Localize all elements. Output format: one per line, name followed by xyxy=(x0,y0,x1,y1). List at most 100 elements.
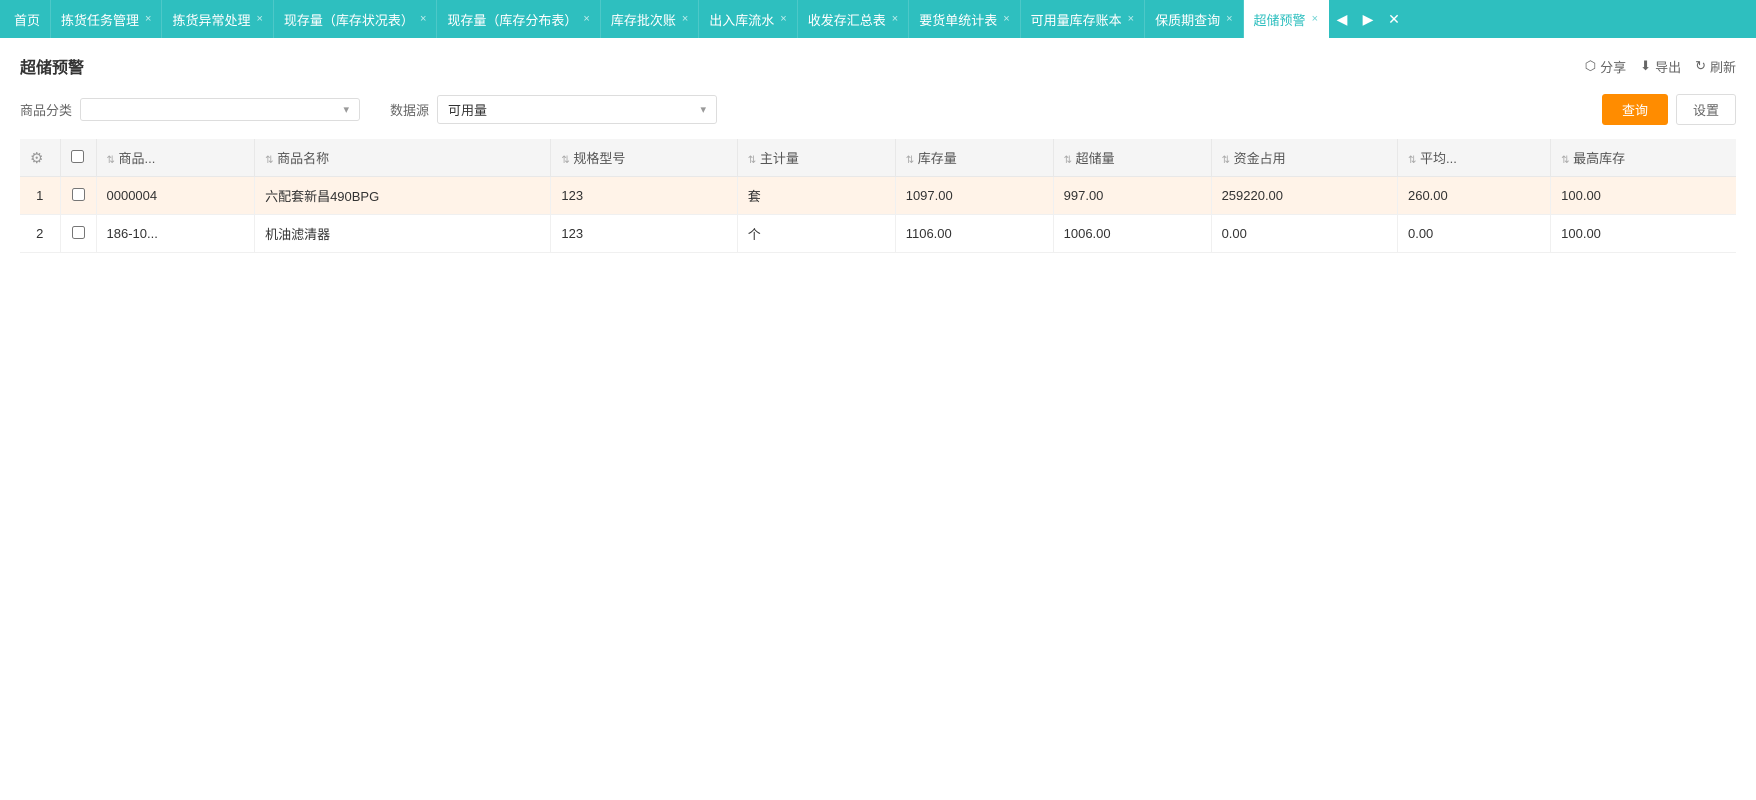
close-icon[interactable]: × xyxy=(1003,13,1009,25)
col-stock-header: ⇅ 库存量 xyxy=(895,139,1053,177)
close-icon[interactable]: × xyxy=(145,13,151,25)
nav-item-task[interactable]: 拣货任务管理 × xyxy=(51,0,162,38)
datasource-value: 可用量 xyxy=(448,100,487,119)
nav-item-exception[interactable]: 拣货异常处理 × xyxy=(162,0,273,38)
datasource-label: 数据源 xyxy=(390,100,429,119)
col-checkbox-header xyxy=(60,139,96,177)
export-icon: ⬇ xyxy=(1640,58,1651,74)
max-stock: 100.00 xyxy=(1551,177,1736,215)
col-spec-header: ⇅ 规格型号 xyxy=(551,139,737,177)
col-max-header: ⇅ 最高库存 xyxy=(1551,139,1736,177)
close-icon[interactable]: × xyxy=(1312,13,1318,25)
sort-icon[interactable]: ⇅ xyxy=(265,155,273,166)
share-icon: ⬡ xyxy=(1585,58,1596,74)
settings-button[interactable]: 设置 xyxy=(1676,94,1736,125)
nav-item-summary[interactable]: 收发存汇总表 × xyxy=(798,0,909,38)
stock-qty: 1097.00 xyxy=(895,177,1053,215)
overstock-qty: 1006.00 xyxy=(1053,215,1211,253)
goods-unit: 个 xyxy=(737,215,895,253)
close-icon[interactable]: × xyxy=(1226,13,1232,25)
nav-label-inout: 出入库流水 xyxy=(709,10,774,29)
sort-icon[interactable]: ⇅ xyxy=(107,155,115,166)
nav-label-order-stat: 要货单统计表 xyxy=(919,10,997,29)
capital-occupied: 0.00 xyxy=(1211,215,1397,253)
nav-item-batch[interactable]: 库存批次账 × xyxy=(601,0,699,38)
col-overstock-header: ⇅ 超储量 xyxy=(1053,139,1211,177)
query-button[interactable]: 查询 xyxy=(1602,94,1668,125)
close-icon[interactable]: × xyxy=(256,13,262,25)
nav-label-stock-dist: 现存量（库存分布表） xyxy=(447,10,577,29)
nav-item-expiry[interactable]: 保质期查询 × xyxy=(1145,0,1243,38)
goods-name: 六配套新昌490BPG xyxy=(255,177,551,215)
sort-icon[interactable]: ⇅ xyxy=(1561,155,1569,166)
row-checkbox[interactable] xyxy=(72,226,85,239)
close-icon[interactable]: × xyxy=(892,13,898,25)
top-nav: 首页 拣货任务管理 × 拣货异常处理 × 现存量（库存状况表） × 现存量（库存… xyxy=(0,0,1756,38)
page-header: 超储预警 ⬡ 分享 ⬇ 导出 ↻ 刷新 xyxy=(20,54,1736,78)
category-filter: 商品分类 ▾ xyxy=(20,98,360,121)
close-icon[interactable]: × xyxy=(1128,13,1134,25)
sort-icon[interactable]: ⇅ xyxy=(1064,155,1072,166)
nav-label-expiry: 保质期查询 xyxy=(1155,10,1220,29)
avg-value: 260.00 xyxy=(1397,177,1550,215)
goods-spec: 123 xyxy=(551,177,737,215)
goods-code: 0000004 xyxy=(96,177,255,215)
table-row: 2 186-10... 机油滤清器 123 个 1106.00 1006.00 … xyxy=(20,215,1736,253)
chevron-down-icon: ▾ xyxy=(701,103,707,116)
row-checkbox-cell xyxy=(60,177,96,215)
overstock-qty: 997.00 xyxy=(1053,177,1211,215)
settings-gear-icon[interactable]: ⚙ xyxy=(30,150,43,167)
col-avg-header: ⇅ 平均... xyxy=(1397,139,1550,177)
close-icon[interactable]: × xyxy=(583,13,589,25)
row-num: 1 xyxy=(20,177,60,215)
close-icon[interactable]: × xyxy=(420,13,426,25)
nav-item-home[interactable]: 首页 xyxy=(4,0,51,38)
nav-item-available[interactable]: 可用量库存账本 × xyxy=(1021,0,1145,38)
nav-label-batch: 库存批次账 xyxy=(611,10,676,29)
export-button[interactable]: ⬇ 导出 xyxy=(1640,57,1681,76)
stock-qty: 1106.00 xyxy=(895,215,1053,253)
nav-item-overstock[interactable]: 超储预警 × xyxy=(1244,0,1329,38)
sort-icon[interactable]: ⇅ xyxy=(1408,155,1416,166)
share-label: 分享 xyxy=(1600,57,1626,76)
col-gear: ⚙ xyxy=(20,139,60,177)
nav-item-stock-dist[interactable]: 现存量（库存分布表） × xyxy=(437,0,600,38)
nav-item-order-stat[interactable]: 要货单统计表 × xyxy=(909,0,1020,38)
datasource-select[interactable]: 可用量 ▾ xyxy=(437,95,717,124)
refresh-button[interactable]: ↻ 刷新 xyxy=(1695,57,1736,76)
table-row: 1 0000004 六配套新昌490BPG 123 套 1097.00 997.… xyxy=(20,177,1736,215)
refresh-label: 刷新 xyxy=(1710,57,1736,76)
category-label: 商品分类 xyxy=(20,100,72,119)
avg-value: 0.00 xyxy=(1397,215,1550,253)
sort-icon[interactable]: ⇅ xyxy=(561,155,569,166)
chevron-down-icon: ▾ xyxy=(343,103,349,116)
nav-label-overstock: 超储预警 xyxy=(1254,10,1306,29)
nav-next-arrow[interactable]: ▶ xyxy=(1355,0,1381,38)
refresh-icon: ↻ xyxy=(1695,58,1706,74)
sort-icon[interactable]: ⇅ xyxy=(906,155,914,166)
nav-prev-arrow[interactable]: ◀ xyxy=(1329,0,1355,38)
nav-label-home: 首页 xyxy=(14,10,40,29)
close-icon[interactable]: × xyxy=(780,13,786,25)
col-capital-header: ⇅ 资金占用 xyxy=(1211,139,1397,177)
row-checkbox-cell xyxy=(60,215,96,253)
close-icon[interactable]: × xyxy=(682,13,688,25)
share-button[interactable]: ⬡ 分享 xyxy=(1585,57,1626,76)
page-title: 超储预警 xyxy=(20,54,84,78)
nav-item-stock-status[interactable]: 现存量（库存状况表） × xyxy=(274,0,437,38)
row-checkbox[interactable] xyxy=(72,188,85,201)
goods-unit: 套 xyxy=(737,177,895,215)
nav-item-inout[interactable]: 出入库流水 × xyxy=(699,0,797,38)
select-all-checkbox[interactable] xyxy=(71,150,84,163)
row-num: 2 xyxy=(20,215,60,253)
filter-buttons: 查询 设置 xyxy=(1602,94,1736,125)
sort-icon[interactable]: ⇅ xyxy=(1222,155,1230,166)
header-actions: ⬡ 分享 ⬇ 导出 ↻ 刷新 xyxy=(1585,57,1736,76)
category-select[interactable]: ▾ xyxy=(80,98,360,121)
export-label: 导出 xyxy=(1655,57,1681,76)
sort-icon[interactable]: ⇅ xyxy=(748,155,756,166)
data-table: ⚙ ⇅ 商品... ⇅ 商品名称 ⇅ 规格型号 ⇅ xyxy=(20,139,1736,253)
col-goods-code-header: ⇅ 商品... xyxy=(96,139,255,177)
nav-label-available: 可用量库存账本 xyxy=(1031,10,1122,29)
nav-close-arrow[interactable]: ✕ xyxy=(1381,0,1407,38)
